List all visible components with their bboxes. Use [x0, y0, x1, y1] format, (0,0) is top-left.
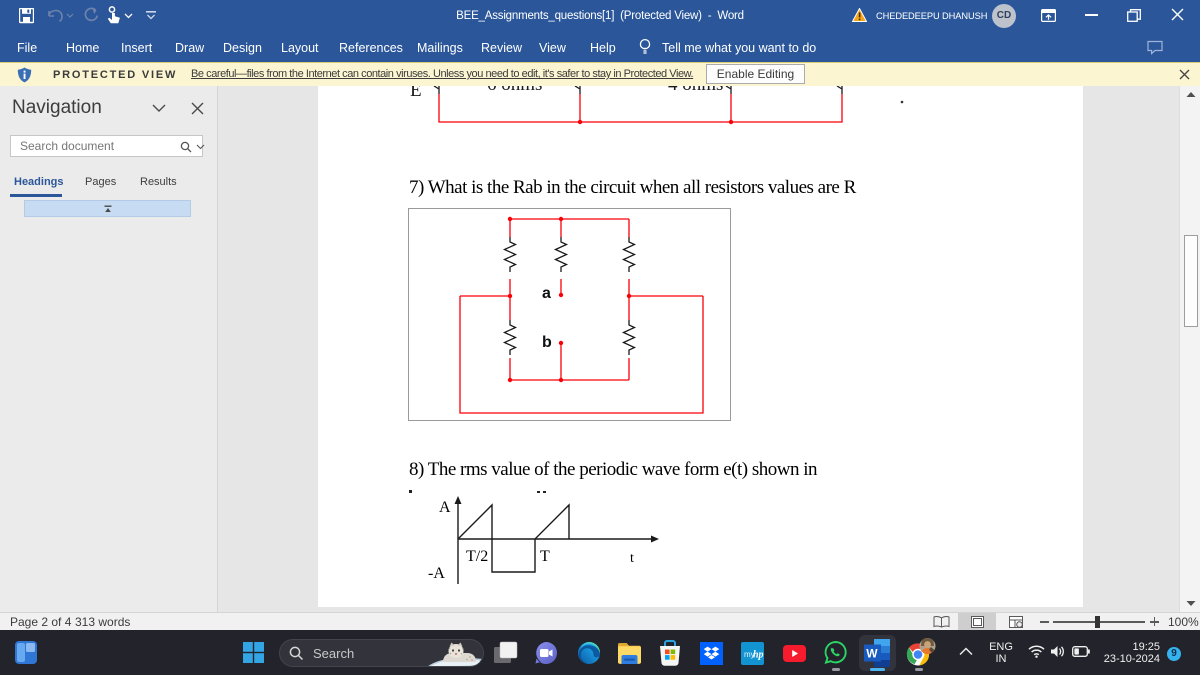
svg-text:A: A	[439, 499, 451, 516]
svg-text:W: W	[866, 647, 878, 661]
svg-text:a: a	[542, 285, 551, 302]
svg-text:T: T	[540, 548, 550, 565]
svg-text:T/2: T/2	[466, 548, 488, 565]
svg-text:b: b	[542, 334, 552, 351]
svg-text:hp: hp	[753, 650, 764, 661]
svg-text:-A: -A	[428, 565, 445, 582]
svg-text:t: t	[630, 551, 634, 566]
